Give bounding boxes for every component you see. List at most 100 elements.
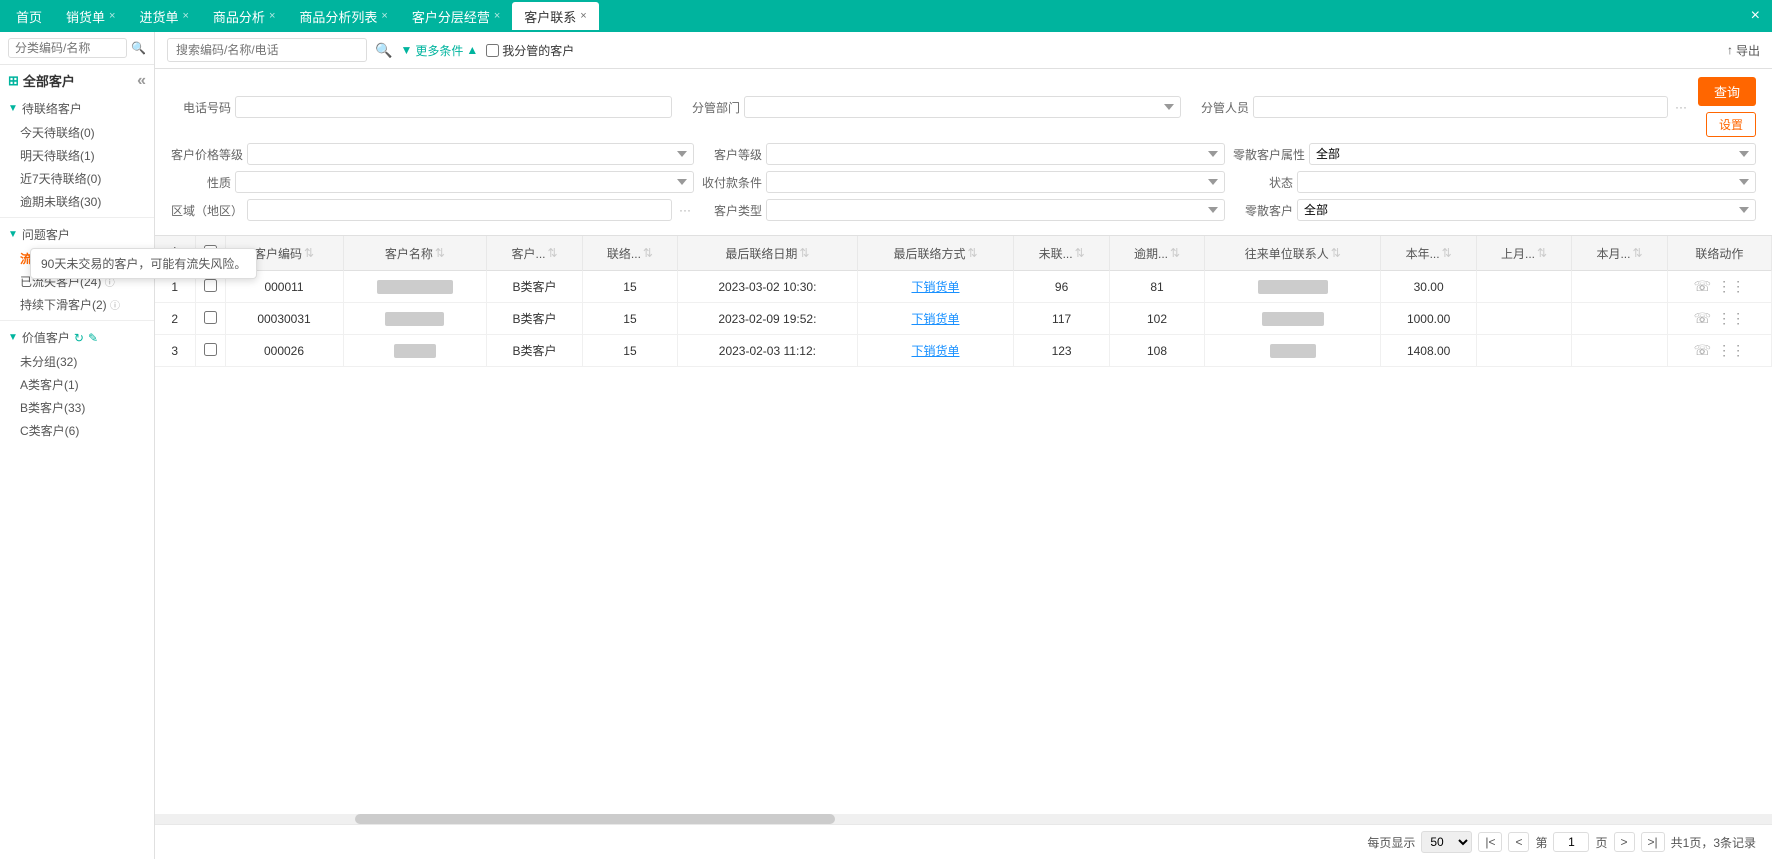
th-this-year-sort[interactable]: 本年... ⇅: [1406, 245, 1452, 262]
th-contact-person[interactable]: 往来单位联系人 ⇅: [1205, 236, 1381, 271]
cell-last-method[interactable]: 下销货单: [857, 335, 1014, 367]
sidebar-group-pending[interactable]: ▼ 待联络客户: [0, 96, 154, 121]
th-this-month[interactable]: 本月... ⇅: [1572, 236, 1667, 271]
search-icon-btn[interactable]: 🔍: [375, 42, 392, 59]
filter-status-select[interactable]: [1297, 171, 1756, 193]
th-contact-count[interactable]: 联络... ⇅: [582, 236, 677, 271]
th-last-month-sort[interactable]: 上月... ⇅: [1501, 245, 1547, 262]
filter-customer-level-select[interactable]: [766, 143, 1225, 165]
sidebar-item-7days[interactable]: 近7天待联络(0): [0, 167, 154, 190]
th-uncontacted-sort[interactable]: 未联... ⇅: [1039, 245, 1085, 262]
filter-person-more[interactable]: ···: [1672, 97, 1690, 117]
query-button[interactable]: 查询: [1698, 77, 1756, 106]
th-name[interactable]: 客户名称 ⇅: [343, 236, 487, 271]
tab-home[interactable]: 首页: [4, 2, 54, 30]
th-contact-count-sort[interactable]: 联络... ⇅: [607, 245, 653, 262]
th-last-month[interactable]: 上月... ⇅: [1476, 236, 1571, 271]
th-last-date[interactable]: 最后联络日期 ⇅: [678, 236, 857, 271]
filter-price-level-select[interactable]: [247, 143, 694, 165]
tab-purchase[interactable]: 进货单 ×: [127, 2, 200, 30]
last-method-link[interactable]: 下销货单: [911, 280, 959, 294]
row-checkbox[interactable]: [204, 311, 217, 324]
settings-button[interactable]: 设置: [1706, 112, 1756, 137]
filter-region-input[interactable]: [247, 199, 672, 221]
next-page-btn[interactable]: >: [1614, 832, 1635, 852]
th-overdue[interactable]: 逾期... ⇅: [1109, 236, 1204, 271]
sidebar-collapse-btn[interactable]: «: [137, 72, 146, 90]
cell-last-method[interactable]: 下销货单: [857, 271, 1014, 303]
tab-sales[interactable]: 销货单 ×: [54, 2, 127, 30]
global-close-icon[interactable]: ×: [1743, 7, 1768, 25]
tab-analysis-close[interactable]: ×: [269, 10, 275, 22]
sidebar-item-tomorrow[interactable]: 明天待联络(1): [0, 144, 154, 167]
last-method-link[interactable]: 下销货单: [911, 344, 959, 358]
filter-region-more[interactable]: ···: [676, 200, 694, 220]
cell-checkbox[interactable]: [195, 335, 225, 367]
scroll-thumb[interactable]: [355, 814, 835, 824]
page-number-input[interactable]: [1553, 832, 1589, 852]
filter-retail-attr-select[interactable]: 全部: [1309, 143, 1756, 165]
th-code-sort[interactable]: 客户编码 ⇅: [254, 245, 314, 262]
th-last-date-sort[interactable]: 最后联络日期 ⇅: [725, 245, 809, 262]
sidebar-search-icon[interactable]: 🔍: [131, 41, 146, 55]
th-overdue-sort[interactable]: 逾期... ⇅: [1134, 245, 1180, 262]
sidebar-item-overdue[interactable]: 逾期未联络(30): [0, 190, 154, 213]
tab-customer-contact-close[interactable]: ×: [580, 10, 586, 22]
tab-analysis-list-close[interactable]: ×: [381, 10, 387, 22]
sidebar-item-class-c[interactable]: C类客户(6): [0, 419, 154, 442]
my-customers-checkbox-area[interactable]: 我分管的客户: [486, 42, 574, 59]
search-input[interactable]: [167, 38, 367, 62]
th-uncontacted[interactable]: 未联... ⇅: [1014, 236, 1109, 271]
first-page-btn[interactable]: |<: [1478, 832, 1502, 852]
more-icon[interactable]: ⋮⋮: [1717, 310, 1745, 327]
contact-icon[interactable]: ☏: [1694, 310, 1712, 327]
filter-retail-customer-select[interactable]: 全部: [1297, 199, 1756, 221]
cell-checkbox[interactable]: [195, 303, 225, 335]
th-contact-person-sort[interactable]: 往来单位联系人 ⇅: [1245, 245, 1341, 262]
tab-customer-layers-close[interactable]: ×: [494, 10, 500, 22]
th-last-method-sort[interactable]: 最后联络方式 ⇅: [893, 245, 977, 262]
sidebar-item-declining[interactable]: 持续下滑客户(2) ⓘ: [0, 293, 154, 316]
sidebar-item-today[interactable]: 今天待联络(0): [0, 121, 154, 144]
horizontal-scrollbar[interactable]: [155, 814, 1772, 824]
contact-icon[interactable]: ☏: [1694, 278, 1712, 295]
sidebar-root[interactable]: ⊞ 全部客户 «: [0, 65, 154, 96]
row-checkbox[interactable]: [204, 279, 217, 292]
export-btn[interactable]: ↑ 导出: [1727, 42, 1760, 59]
filter-payment-select[interactable]: [766, 171, 1225, 193]
sidebar-item-ungroup[interactable]: 未分组(32): [0, 350, 154, 373]
filter-nature-select[interactable]: [235, 171, 694, 193]
sidebar-group-value[interactable]: ▼ 价值客户 ↻ ✎: [0, 325, 154, 350]
th-this-month-sort[interactable]: 本月... ⇅: [1596, 245, 1642, 262]
sidebar-item-class-a[interactable]: A类客户(1): [0, 373, 154, 396]
tab-purchase-close[interactable]: ×: [182, 10, 188, 22]
last-page-btn[interactable]: >|: [1641, 832, 1665, 852]
filter-phone-input[interactable]: [235, 96, 672, 118]
th-type-sort[interactable]: 客户... ⇅: [511, 245, 557, 262]
prev-page-btn[interactable]: <: [1508, 832, 1529, 852]
sidebar-group-problem[interactable]: ▼ 问题客户: [0, 222, 154, 247]
row-checkbox[interactable]: [204, 343, 217, 356]
sidebar-search-input[interactable]: [8, 38, 127, 58]
tab-customer-layers[interactable]: 客户分层经营 ×: [400, 2, 512, 30]
filter-dept-select[interactable]: [744, 96, 1181, 118]
tab-analysis[interactable]: 商品分析 ×: [201, 2, 287, 30]
last-method-link[interactable]: 下销货单: [911, 312, 959, 326]
more-icon[interactable]: ⋮⋮: [1717, 342, 1745, 359]
page-size-select[interactable]: 50 100: [1421, 831, 1472, 853]
th-name-sort[interactable]: 客户名称 ⇅: [385, 245, 445, 262]
contact-icon[interactable]: ☏: [1694, 342, 1712, 359]
th-type[interactable]: 客户... ⇅: [487, 236, 582, 271]
filter-person-input[interactable]: [1253, 96, 1668, 118]
tab-customer-contact[interactable]: 客户联系 ×: [512, 2, 598, 30]
filter-customer-type-select[interactable]: [766, 199, 1225, 221]
tab-sales-close[interactable]: ×: [109, 10, 115, 22]
refresh-icon[interactable]: ↻: [74, 331, 84, 345]
tab-analysis-list[interactable]: 商品分析列表 ×: [287, 2, 399, 30]
sidebar-item-class-b[interactable]: B类客户(33): [0, 396, 154, 419]
cell-last-method[interactable]: 下销货单: [857, 303, 1014, 335]
th-last-method[interactable]: 最后联络方式 ⇅: [857, 236, 1014, 271]
th-this-year[interactable]: 本年... ⇅: [1381, 236, 1476, 271]
edit-icon[interactable]: ✎: [88, 331, 98, 345]
more-icon[interactable]: ⋮⋮: [1717, 278, 1745, 295]
